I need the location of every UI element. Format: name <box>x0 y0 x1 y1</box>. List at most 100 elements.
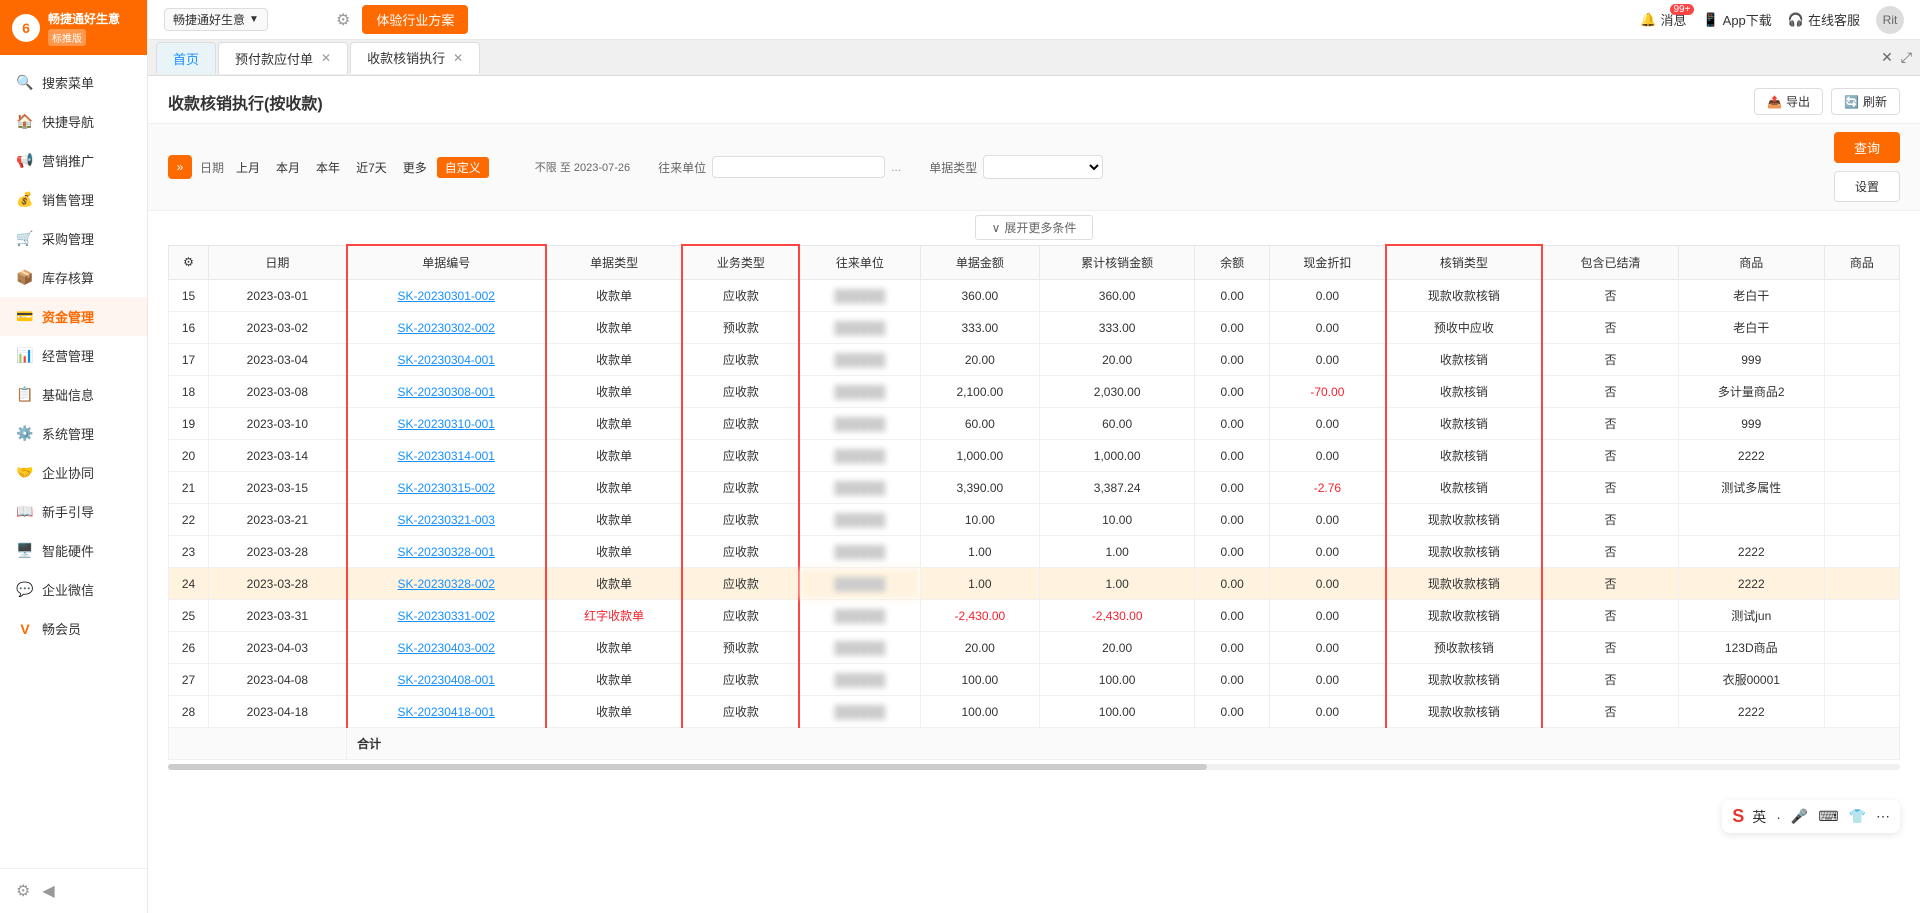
sidebar-item-guide[interactable]: 📖 新手引导 <box>0 492 147 531</box>
tab-prepay-close[interactable]: ✕ <box>321 51 331 65</box>
td-goods: 测试多属性 <box>1678 472 1824 504</box>
horizontal-scrollbar[interactable] <box>168 764 1900 770</box>
tab-prepay[interactable]: 预付款应付单 ✕ <box>218 42 348 74</box>
sidebar-item-search[interactable]: 🔍 搜索菜单 <box>0 63 147 102</box>
doc-no-link[interactable]: SK-20230328-002 <box>398 577 495 591</box>
refresh-button[interactable]: 🔄 刷新 <box>1831 88 1900 115</box>
td-doc-no[interactable]: SK-20230304-001 <box>347 344 546 376</box>
filter-partner-input[interactable] <box>712 156 885 178</box>
td-doc-no[interactable]: SK-20230310-001 <box>347 408 546 440</box>
online-service-link[interactable]: 🎧 在线客服 <box>1788 10 1860 29</box>
td-goods2 <box>1824 312 1899 344</box>
tab-expand-icon[interactable]: ⤢ <box>1901 49 1912 66</box>
doc-no-link[interactable]: SK-20230321-003 <box>398 513 495 527</box>
td-doc-no[interactable]: SK-20230321-003 <box>347 504 546 536</box>
wechat-icon: 💬 <box>16 581 34 599</box>
gear-icon[interactable]: ⚙ <box>336 10 350 30</box>
doc-no-link[interactable]: SK-20230301-002 <box>398 289 495 303</box>
sidebar-item-hardware[interactable]: 🖥️ 智能硬件 <box>0 531 147 570</box>
doc-no-link[interactable]: SK-20230314-001 <box>398 449 495 463</box>
sidebar-item-inventory[interactable]: 📦 库存核算 <box>0 258 147 297</box>
sidebar-item-quick-nav[interactable]: 🏠 快捷导航 <box>0 102 147 141</box>
td-doc-no[interactable]: SK-20230314-001 <box>347 440 546 472</box>
settings-bottom-icon[interactable]: ⚙ <box>16 881 30 901</box>
td-include-settled: 否 <box>1542 664 1678 696</box>
filter-date-more[interactable]: 更多 <box>397 157 433 178</box>
app-download-link[interactable]: 📱 App下载 <box>1702 10 1771 29</box>
sidebar-item-enterprise[interactable]: 🤝 企业协同 <box>0 453 147 492</box>
notify-badge: 99+ <box>1670 4 1695 15</box>
td-goods: 2222 <box>1678 536 1824 568</box>
filter-date-this-year[interactable]: 本年 <box>310 157 346 178</box>
td-doc-no[interactable]: SK-20230403-002 <box>347 632 546 664</box>
td-doc-no[interactable]: SK-20230328-002 <box>347 568 546 600</box>
td-goods: 2222 <box>1678 440 1824 472</box>
notify-button[interactable]: 🔔 消息 99+ <box>1640 10 1686 29</box>
watermark-item-6: ⋯ <box>1876 808 1890 825</box>
sidebar-item-capital[interactable]: 💳 资金管理 <box>0 297 147 336</box>
tab-close-all-icon[interactable]: ✕ <box>1881 49 1893 66</box>
export-button[interactable]: 📤 导出 <box>1754 88 1823 115</box>
filter-settings-button[interactable]: 设置 <box>1834 171 1900 202</box>
td-doc-no[interactable]: SK-20230328-001 <box>347 536 546 568</box>
column-settings-icon[interactable]: ⚙ <box>183 255 194 269</box>
th-date: 日期 <box>209 245 347 280</box>
topbar-right: 🔔 消息 99+ 📱 App下载 🎧 在线客服 Rit <box>1640 6 1904 34</box>
td-doc-no[interactable]: SK-20230408-001 <box>347 664 546 696</box>
scrollbar-thumb[interactable] <box>168 764 1207 770</box>
doc-no-link[interactable]: SK-20230304-001 <box>398 353 495 367</box>
sidebar-item-basic[interactable]: 📋 基础信息 <box>0 375 147 414</box>
doc-no-link[interactable]: SK-20230302-002 <box>398 321 495 335</box>
tab-collection[interactable]: 收款核销执行 ✕ <box>350 42 480 74</box>
solution-button[interactable]: 体验行业方案 <box>362 5 468 34</box>
doc-no-link[interactable]: SK-20230408-001 <box>398 673 495 687</box>
filter-expand-button[interactable]: » <box>168 155 192 179</box>
td-cash-discount: 0.00 <box>1270 696 1386 728</box>
doc-no-link[interactable]: SK-20230331-002 <box>398 609 495 623</box>
filter-date-custom[interactable]: 自定义 <box>437 157 489 178</box>
sidebar-item-operation[interactable]: 📊 经营管理 <box>0 336 147 375</box>
doc-no-link[interactable]: SK-20230310-001 <box>398 417 495 431</box>
doc-no-link[interactable]: SK-20230315-002 <box>398 481 495 495</box>
sidebar-item-wechat[interactable]: 💬 企业微信 <box>0 570 147 609</box>
td-goods: 2222 <box>1678 568 1824 600</box>
sidebar-item-purchase[interactable]: 🛒 采购管理 <box>0 219 147 258</box>
sidebar-item-sales[interactable]: 💰 销售管理 <box>0 180 147 219</box>
filter-date-last-month[interactable]: 上月 <box>230 157 266 178</box>
sidebar-item-marketing[interactable]: 📢 营销推广 <box>0 141 147 180</box>
td-date: 2023-03-04 <box>209 344 347 376</box>
doc-no-link[interactable]: SK-20230308-001 <box>398 385 495 399</box>
td-doc-no[interactable]: SK-20230301-002 <box>347 280 546 312</box>
td-partner: ██████ <box>799 504 920 536</box>
th-doc-no: 单据编号 <box>347 245 546 280</box>
td-include-settled: 否 <box>1542 472 1678 504</box>
td-doc-no[interactable]: SK-20230302-002 <box>347 312 546 344</box>
brand-select[interactable]: 畅捷通好生意 ▼ <box>164 8 268 31</box>
td-doc-no[interactable]: SK-20230315-002 <box>347 472 546 504</box>
td-doc-no[interactable]: SK-20230331-002 <box>347 600 546 632</box>
expand-more-button[interactable]: ∨ 展开更多条件 <box>975 215 1094 240</box>
query-button[interactable]: 查询 <box>1834 132 1900 163</box>
table-footer-row: 合计 <box>169 728 1900 760</box>
sidebar-item-system[interactable]: ⚙️ 系统管理 <box>0 414 147 453</box>
filter-date-7days[interactable]: 近7天 <box>350 157 393 178</box>
avatar[interactable]: Rit <box>1876 6 1904 34</box>
tab-collection-close[interactable]: ✕ <box>453 51 463 65</box>
td-doc-no[interactable]: SK-20230308-001 <box>347 376 546 408</box>
filter-date-this-month[interactable]: 本月 <box>270 157 306 178</box>
tab-home[interactable]: 首页 <box>156 42 216 74</box>
td-cash-discount: -2.76 <box>1270 472 1386 504</box>
td-cash-discount: 0.00 <box>1270 568 1386 600</box>
th-settings[interactable]: ⚙ <box>169 245 209 280</box>
td-cumulative: 3,387.24 <box>1040 472 1195 504</box>
collapse-icon[interactable]: ◀ <box>42 881 54 901</box>
filter-doctype-select[interactable] <box>983 155 1103 179</box>
doc-no-link[interactable]: SK-20230403-002 <box>398 641 495 655</box>
doc-no-link[interactable]: SK-20230418-001 <box>398 705 495 719</box>
doc-no-link[interactable]: SK-20230328-001 <box>398 545 495 559</box>
enterprise-icon: 🤝 <box>16 464 34 482</box>
td-seq: 20 <box>169 440 209 472</box>
td-doc-no[interactable]: SK-20230418-001 <box>347 696 546 728</box>
td-doc-amount: 1,000.00 <box>920 440 1040 472</box>
sidebar-item-member[interactable]: V 畅会员 <box>0 609 147 648</box>
